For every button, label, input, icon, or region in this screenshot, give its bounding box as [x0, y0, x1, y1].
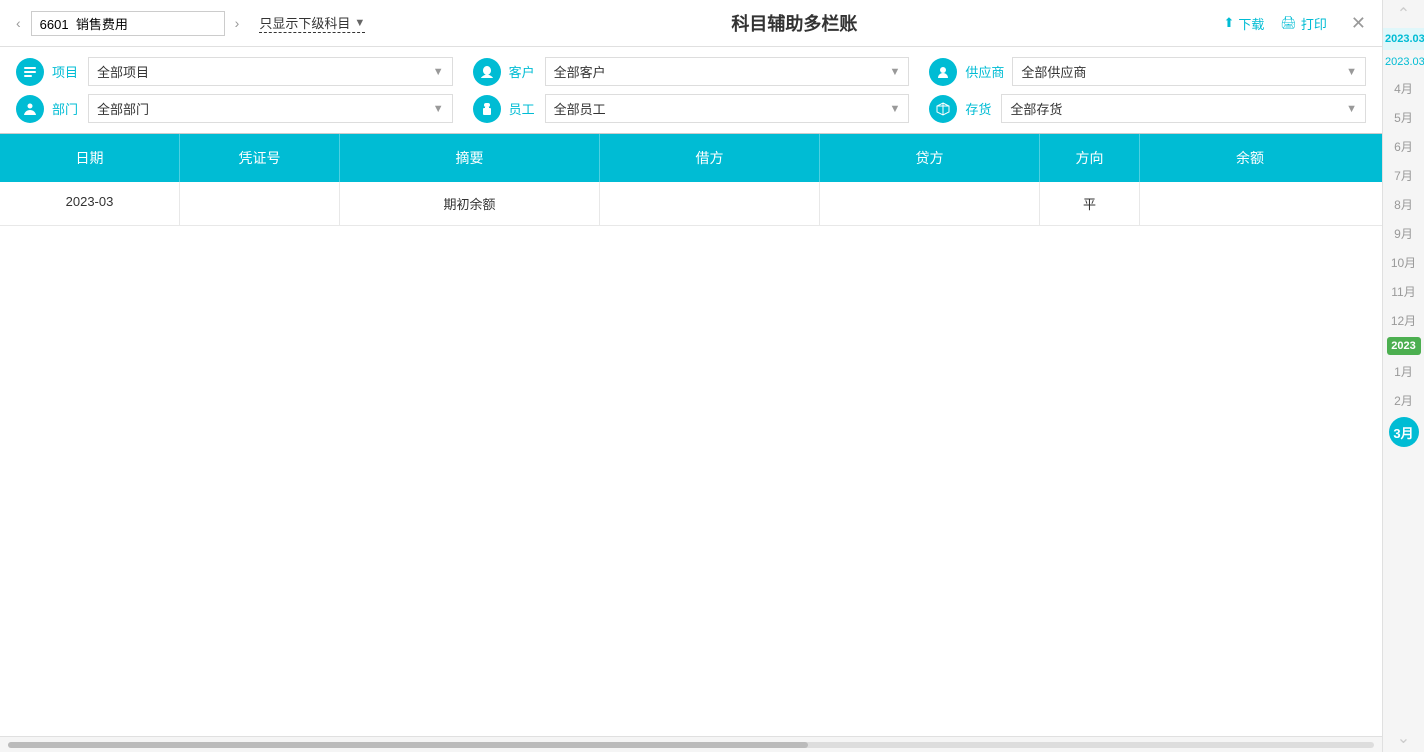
sidebar-month-11[interactable]: 11月	[1383, 277, 1424, 306]
scrollbar-thumb[interactable]	[8, 742, 808, 748]
horizontal-scrollbar[interactable]	[0, 736, 1382, 752]
employee-select[interactable]: 全部员工 ▼	[545, 94, 910, 123]
col-voucher: 凭证号	[180, 134, 340, 182]
sidebar-month-3-current[interactable]: 3月	[1389, 417, 1419, 447]
employee-label: 员工	[509, 99, 537, 118]
inventory-icon	[929, 95, 957, 123]
table-body: 2023-03 期初余额 平	[0, 182, 1382, 226]
scrollbar-track	[8, 742, 1374, 748]
cell-direction: 平	[1040, 182, 1140, 225]
supplier-filter: 供应商 全部供应商 ▼	[929, 57, 1366, 86]
col-debit: 借方	[600, 134, 820, 182]
sidebar-month-5[interactable]: 5月	[1383, 103, 1424, 132]
project-filter: 项目 全部项目 ▼	[16, 57, 453, 86]
sidebar-month-1[interactable]: 1月	[1383, 357, 1424, 386]
account-code-input[interactable]	[31, 11, 225, 36]
col-credit: 贷方	[820, 134, 1040, 182]
table-header: 日期 凭证号 摘要 借方 贷方 方向 余额	[0, 134, 1382, 182]
supplier-icon	[929, 58, 957, 86]
cell-balance	[1140, 182, 1360, 225]
inventory-filter: 存货 全部存货 ▼	[929, 94, 1366, 123]
cell-date: 2023-03	[0, 182, 180, 225]
employee-filter: 员工 全部员工 ▼	[473, 94, 910, 123]
customer-select-arrow-icon: ▼	[889, 66, 900, 78]
department-filter: 部门 全部部门 ▼	[16, 94, 453, 123]
department-select[interactable]: 全部部门 ▼	[88, 94, 453, 123]
sidebar-month-2[interactable]: 2月	[1383, 386, 1424, 415]
sidebar-month-2023-03-1[interactable]: 2023.03	[1383, 28, 1424, 50]
print-button[interactable]: 🖨 打印	[1280, 14, 1327, 33]
show-sub-toggle[interactable]: 只显示下级科目 ▼	[259, 13, 365, 33]
inventory-select[interactable]: 全部存货 ▼	[1001, 94, 1366, 123]
supplier-select[interactable]: 全部供应商 ▼	[1012, 57, 1366, 86]
cell-summary: 期初余额	[340, 182, 600, 225]
sidebar-month-6[interactable]: 6月	[1383, 132, 1424, 161]
supplier-select-arrow-icon: ▼	[1346, 66, 1357, 78]
customer-label: 客户	[509, 62, 537, 81]
cell-voucher	[180, 182, 340, 225]
close-button[interactable]: ✕	[1351, 13, 1366, 34]
project-value: 全部项目	[97, 62, 149, 81]
department-select-arrow-icon: ▼	[433, 103, 444, 115]
department-value: 全部部门	[97, 99, 149, 118]
employee-value: 全部员工	[554, 99, 606, 118]
supplier-value: 全部供应商	[1021, 62, 1086, 81]
sidebar-down-arrow[interactable]: ⌄	[1393, 724, 1414, 752]
sidebar-month-10[interactable]: 10月	[1383, 248, 1424, 277]
customer-select[interactable]: 全部客户 ▼	[545, 57, 910, 86]
next-arrow[interactable]: ›	[235, 15, 240, 31]
cell-debit	[600, 182, 820, 225]
employee-icon	[473, 95, 501, 123]
customer-value: 全部客户	[554, 62, 606, 81]
sidebar-month-9[interactable]: 9月	[1383, 219, 1424, 248]
sidebar-up-arrow[interactable]: ⌃	[1393, 0, 1414, 28]
inventory-label: 存货	[965, 99, 993, 118]
page-title: 科目辅助多栏账	[375, 10, 1213, 36]
sidebar-month-2023-03-2[interactable]: 2023.03	[1383, 50, 1424, 74]
cell-credit	[820, 182, 1040, 225]
inventory-value: 全部存货	[1010, 99, 1062, 118]
customer-icon	[473, 58, 501, 86]
month-sidebar: ⌃ 2023.03 2023.03 4月 5月 6月 7月 8月 9月 10月 …	[1382, 0, 1424, 752]
col-summary: 摘要	[340, 134, 600, 182]
supplier-label: 供应商	[965, 62, 1004, 81]
ledger-table: 日期 凭证号 摘要 借方 贷方 方向 余额 2023-03 期初余额 平	[0, 133, 1382, 226]
sidebar-month-12[interactable]: 12月	[1383, 306, 1424, 335]
sidebar-month-4[interactable]: 4月	[1383, 74, 1424, 103]
download-label: 下载	[1238, 14, 1264, 33]
prev-arrow[interactable]: ‹	[16, 15, 21, 31]
show-sub-label: 只显示下级科目	[259, 13, 350, 32]
show-sub-arrow-icon: ▼	[354, 17, 365, 29]
department-icon	[16, 95, 44, 123]
project-label: 项目	[52, 62, 80, 81]
department-label: 部门	[52, 99, 80, 118]
col-date: 日期	[0, 134, 180, 182]
project-select-arrow-icon: ▼	[433, 66, 444, 78]
project-select[interactable]: 全部项目 ▼	[88, 57, 453, 86]
download-button[interactable]: ⬆ 下载	[1223, 14, 1264, 33]
download-icon: ⬆	[1223, 15, 1234, 31]
employee-select-arrow-icon: ▼	[889, 103, 900, 115]
sidebar-month-7[interactable]: 7月	[1383, 161, 1424, 190]
project-icon	[16, 58, 44, 86]
print-icon: 🖨	[1280, 15, 1297, 31]
print-label: 打印	[1301, 14, 1327, 33]
col-balance: 余额	[1140, 134, 1360, 182]
customer-filter: 客户 全部客户 ▼	[473, 57, 910, 86]
sidebar-year-2023-badge[interactable]: 2023	[1387, 337, 1421, 355]
col-direction: 方向	[1040, 134, 1140, 182]
inventory-select-arrow-icon: ▼	[1346, 103, 1357, 115]
table-row: 2023-03 期初余额 平	[0, 182, 1382, 226]
sidebar-month-8[interactable]: 8月	[1383, 190, 1424, 219]
